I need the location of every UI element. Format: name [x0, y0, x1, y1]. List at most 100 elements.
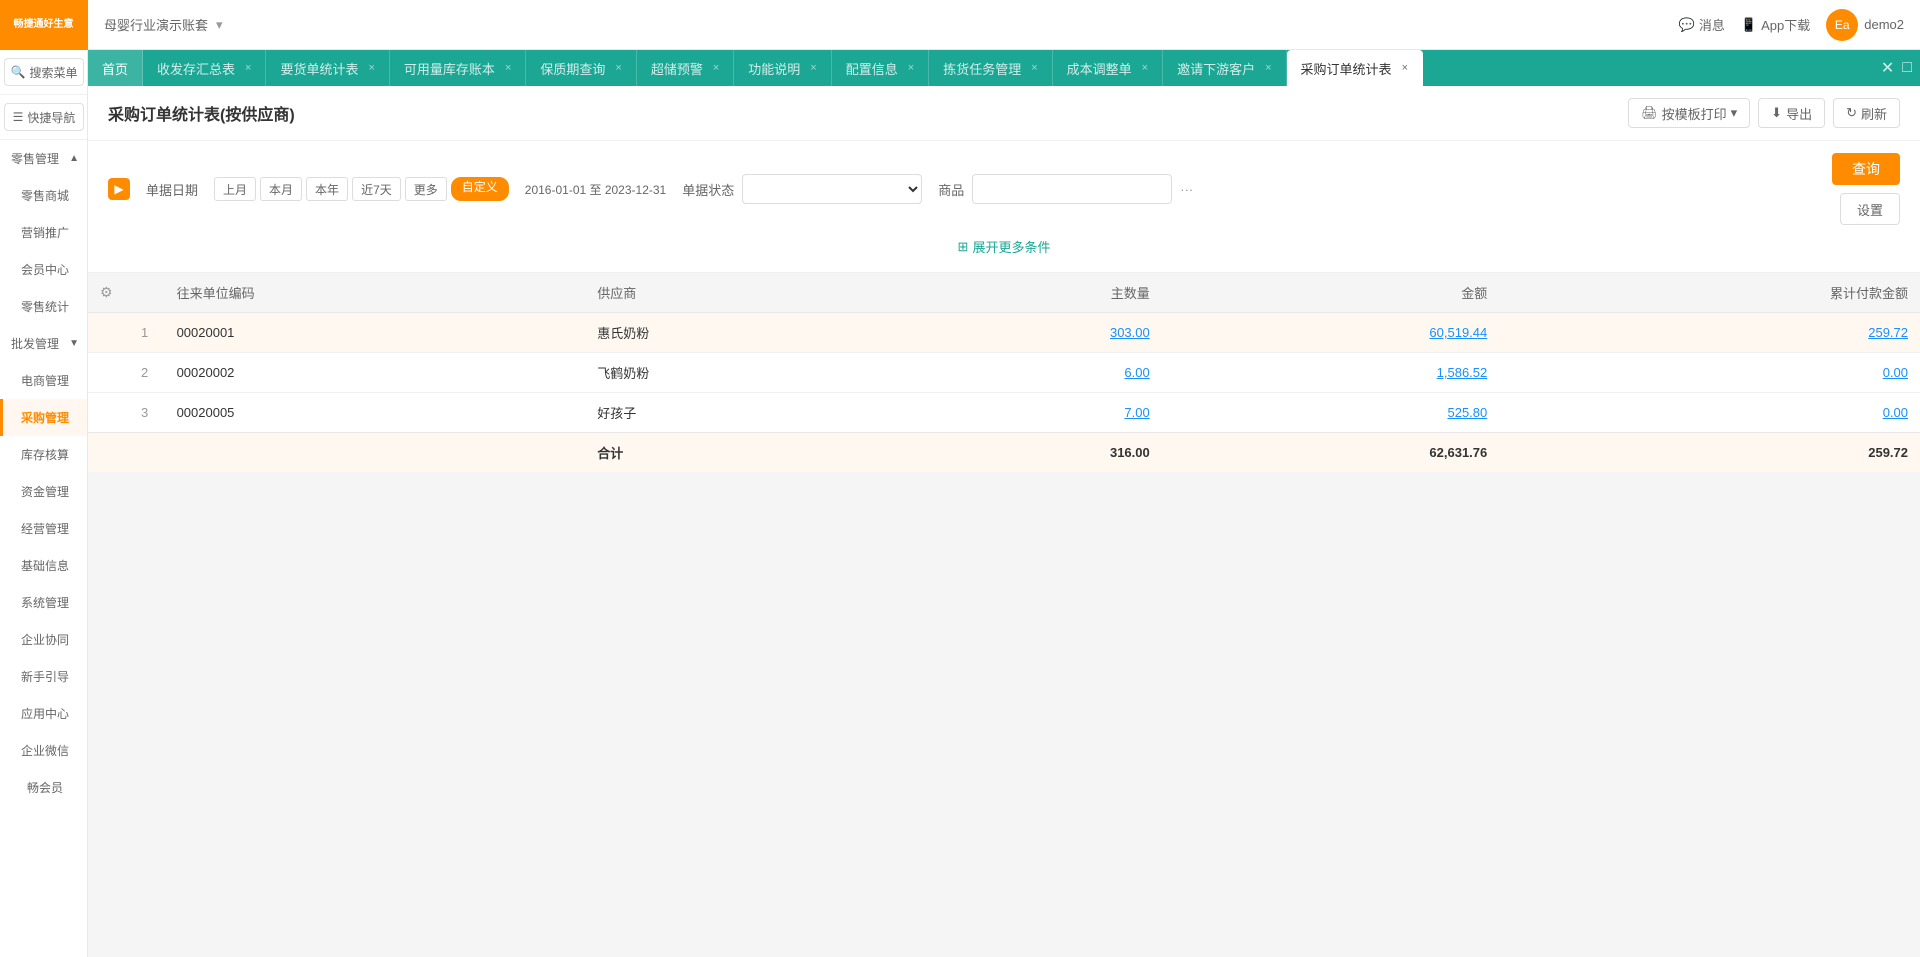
refresh-icon: ↻ [1846, 105, 1857, 121]
status-select[interactable] [742, 174, 922, 204]
sidebar-item-batch[interactable]: 批发管理▼ [0, 325, 87, 362]
tab-shoufabuhui[interactable]: 收发存汇总表× [143, 50, 266, 86]
row-settings-3 [88, 393, 125, 433]
tab-close-chenbentiaozhen[interactable]: × [1142, 62, 1148, 74]
goods-input[interactable] [972, 174, 1172, 204]
nav-icon: ☰ [13, 110, 24, 124]
date-btn-0[interactable]: 上月 [214, 177, 256, 201]
tab-close-chaochuyujing[interactable]: × [713, 62, 719, 74]
tab-close-yaoqingxiayoukehupingjia[interactable]: × [1265, 62, 1271, 74]
footer-empty-2 [125, 433, 165, 473]
footer-empty-1 [88, 433, 125, 473]
sidebar-item-newguide[interactable]: 新手引导 [0, 658, 87, 695]
expand-more-button[interactable]: ⊞ 展开更多条件 [950, 233, 1059, 260]
sidebar-item-vip[interactable]: 畅会员 [0, 769, 87, 806]
row-main-qty-3[interactable]: 7.00 [899, 393, 1162, 433]
tab-gongnengshuo[interactable]: 功能说明× [734, 50, 831, 86]
tab-yaoqingxiayoukehupingjia[interactable]: 邀请下游客户× [1163, 50, 1286, 86]
refresh-button[interactable]: ↻ 刷新 [1833, 98, 1900, 128]
expand-icon: ⊞ [958, 239, 969, 255]
col-main-qty-header: 主数量 [899, 273, 1162, 313]
sidebar-item-inventory[interactable]: 库存核算 [0, 436, 87, 473]
date-btn-1[interactable]: 本月 [260, 177, 302, 201]
tab-bar-expand-button[interactable]: □ [1902, 59, 1912, 77]
sidebar-item-label-finance: 资金管理 [21, 485, 69, 499]
row-amount-1[interactable]: 60,519.44 [1162, 313, 1500, 353]
tab-baozhaiqianchaxun[interactable]: 保质期查询× [526, 50, 636, 86]
sidebar-item-arrow-zeroshop: ▲ [69, 153, 79, 164]
message-label: 消息 [1699, 15, 1725, 34]
page-title: 采购订单统计表(按供应商) [108, 101, 295, 125]
sidebar-item-zeroshop[interactable]: 零售管理▲ [0, 140, 87, 177]
tab-label-yaohuodanjitong: 要货单统计表 [280, 59, 358, 78]
sidebar-item-ecommerce[interactable]: 电商管理 [0, 362, 87, 399]
sidebar-item-basic[interactable]: 基础信息 [0, 547, 87, 584]
search-menu-button[interactable]: 🔍 搜索菜单 [4, 58, 84, 86]
workspace-selector-area[interactable]: 母婴行业演示账套 ▾ [104, 15, 223, 34]
row-main-qty-1[interactable]: 303.00 [899, 313, 1162, 353]
tab-close-paihuorenwuguanli[interactable]: × [1031, 62, 1037, 74]
date-btn-2[interactable]: 本年 [306, 177, 348, 201]
sidebar-item-system[interactable]: 系统管理 [0, 584, 87, 621]
tab-label-paihuorenwuguanli: 拣货任务管理 [943, 59, 1021, 78]
goods-more-icon[interactable]: ··· [1180, 182, 1193, 197]
tab-label-home: 首页 [102, 59, 128, 78]
print-button[interactable]: 🖨 按模板打印 ▾ [1628, 98, 1750, 128]
sidebar-item-finance[interactable]: 资金管理 [0, 473, 87, 510]
tab-keyongliangkucunzhangben[interactable]: 可用量库存账本× [390, 50, 526, 86]
print-dropdown-icon: ▾ [1731, 105, 1738, 121]
tab-close-baozhaiqianchaxun[interactable]: × [615, 62, 621, 74]
sidebar-item-member[interactable]: 会员中心 [0, 251, 87, 288]
row-main-qty-2[interactable]: 6.00 [899, 353, 1162, 393]
tab-close-peizhi[interactable]: × [908, 62, 914, 74]
export-button[interactable]: ⬇ 导出 [1758, 98, 1825, 128]
tab-close-shoufabuhui[interactable]: × [245, 62, 251, 74]
sidebar-item-zerostat[interactable]: 零售统计 [0, 288, 87, 325]
row-amount-3[interactable]: 525.80 [1162, 393, 1500, 433]
app-download-button[interactable]: 📱 App下载 [1741, 15, 1810, 34]
message-button[interactable]: 💬 消息 [1679, 15, 1725, 34]
sidebar-item-appcenter[interactable]: 应用中心 [0, 695, 87, 732]
col-settings: ⚙ [88, 273, 125, 313]
quick-nav-button[interactable]: ☰ 快捷导航 [4, 103, 84, 131]
filter-toggle-button[interactable]: ▶ [108, 178, 130, 200]
date-btn-4[interactable]: 更多 [405, 177, 447, 201]
quick-nav-label: 快捷导航 [27, 109, 75, 126]
tab-peizhi[interactable]: 配置信息× [832, 50, 929, 86]
tab-bar-close-button[interactable]: ✕ [1881, 58, 1894, 78]
table-footer-row: 合计 316.00 62,631.76 259.72 [88, 433, 1920, 473]
tab-close-keyongliangkucunzhangben[interactable]: × [505, 62, 511, 74]
tab-caigoudantongjibiao[interactable]: 采购订单统计表× [1287, 50, 1423, 86]
sidebar-item-operation[interactable]: 经营管理 [0, 510, 87, 547]
tab-close-yaohuodanjitong[interactable]: × [368, 62, 374, 74]
sidebar-item-zeroshop-child1[interactable]: 零售商城 [0, 177, 87, 214]
col-settings-icon[interactable]: ⚙ [100, 284, 113, 300]
row-amount-2[interactable]: 1,586.52 [1162, 353, 1500, 393]
query-button[interactable]: 查询 [1832, 153, 1900, 185]
footer-paid: 259.72 [1499, 433, 1920, 473]
row-paid-3[interactable]: 0.00 [1499, 393, 1920, 433]
user-info-area[interactable]: Ea demo2 [1826, 9, 1904, 41]
footer-empty-3 [165, 433, 586, 473]
row-paid-1[interactable]: 259.72 [1499, 313, 1920, 353]
workspace-dropdown-icon[interactable]: ▾ [216, 17, 223, 33]
settings-button[interactable]: 设置 [1840, 193, 1900, 225]
tab-home[interactable]: 首页 [88, 50, 143, 86]
tab-yaohuodanjitong[interactable]: 要货单统计表 × [266, 50, 389, 86]
date-custom-badge[interactable]: 自定义 [451, 177, 509, 201]
sidebar-item-enterprise[interactable]: 企业协同 [0, 621, 87, 658]
row-paid-2[interactable]: 0.00 [1499, 353, 1920, 393]
sidebar-item-purchase[interactable]: 采购管理 [0, 399, 87, 436]
sidebar-item-marketing[interactable]: 营销推广 [0, 214, 87, 251]
col-paid-header: 累计付款金额 [1499, 273, 1920, 313]
tab-chaochuyujing[interactable]: 超储预警× [637, 50, 734, 86]
tab-paihuorenwuguanli[interactable]: 拣货任务管理 × [929, 50, 1052, 86]
sidebar-item-wechat[interactable]: 企业微信 [0, 732, 87, 769]
print-label: 按模板打印 [1662, 104, 1727, 123]
tab-close-gongnengshuo[interactable]: × [810, 62, 816, 74]
print-icon: 🖨 [1641, 105, 1658, 121]
sidebar-item-label-newguide: 新手引导 [21, 670, 69, 684]
tab-chenbentiaozhen[interactable]: 成本调整单× [1053, 50, 1163, 86]
tab-close-caigoudantongjibiao[interactable]: × [1402, 62, 1408, 74]
date-btn-3[interactable]: 近7天 [352, 177, 401, 201]
